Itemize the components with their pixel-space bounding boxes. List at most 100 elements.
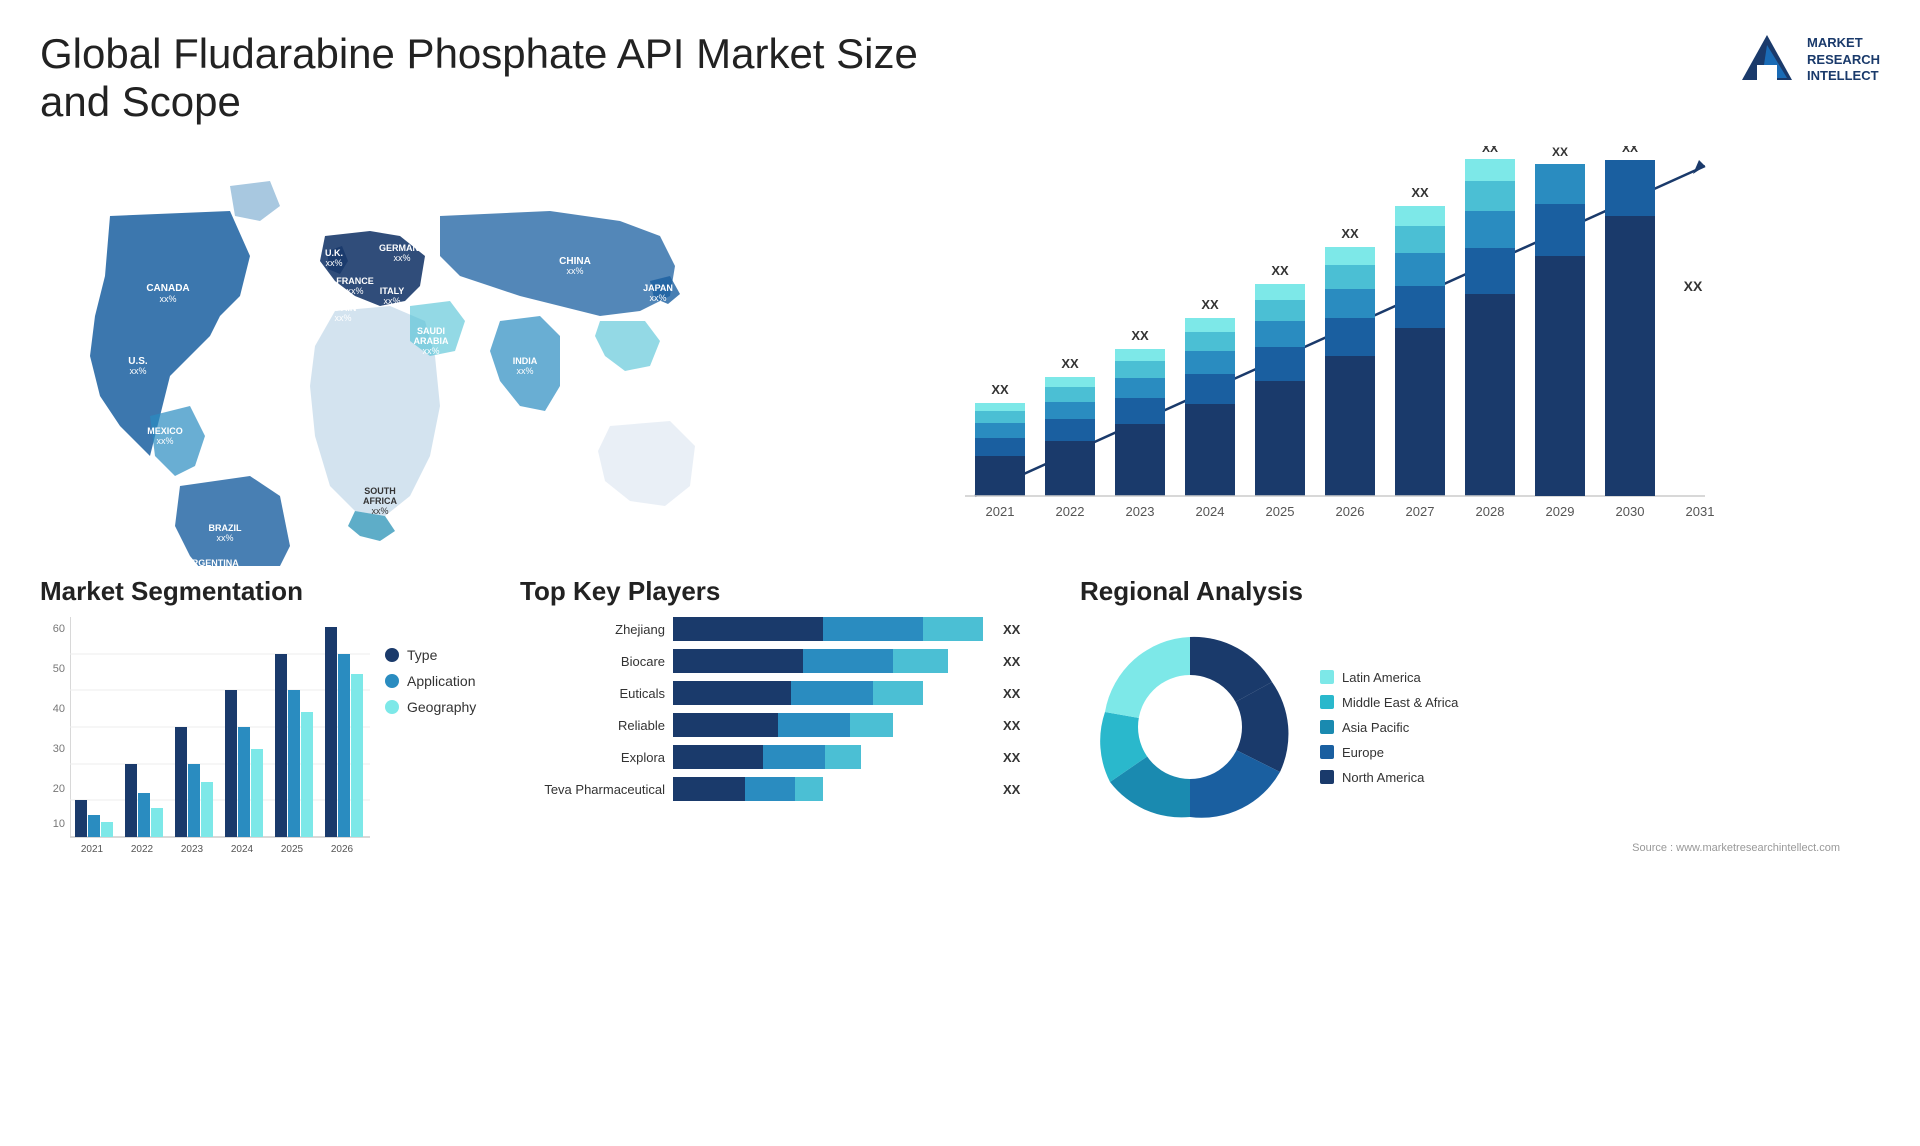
svg-text:MEXICO: MEXICO [147,426,183,436]
svg-text:XX: XX [1341,226,1359,241]
player-value: XX [1003,622,1020,637]
svg-text:xx%: xx% [156,436,173,446]
player-row-reliable: Reliable XX [520,713,1040,737]
legend-label-europe: Europe [1342,745,1384,760]
svg-text:2023: 2023 [181,844,204,855]
player-value: XX [1003,750,1020,765]
regional-section: Regional Analysis [1060,576,1900,862]
svg-text:xx%: xx% [216,533,233,543]
legend-color-asia-pacific [1320,720,1334,734]
svg-text:FRANCE: FRANCE [336,276,374,286]
player-name: Biocare [520,654,665,669]
svg-text:2025: 2025 [281,844,304,855]
svg-text:XX: XX [1622,146,1638,155]
legend-dot-geography [385,700,399,714]
svg-text:INDIA: INDIA [513,356,538,366]
svg-text:xx%: xx% [129,366,146,376]
svg-text:2022: 2022 [131,844,154,855]
legend-label-middle-east: Middle East & Africa [1342,695,1458,710]
header: Global Fludarabine Phosphate API Market … [0,0,1920,136]
player-bar-wrapper: XX [673,649,1040,673]
svg-text:2025: 2025 [1266,504,1295,519]
player-value: XX [1003,782,1020,797]
legend-type: Type [385,647,476,663]
logo-text: MARKET RESEARCH INTELLECT [1807,35,1880,86]
svg-text:ARGENTINA: ARGENTINA [185,558,239,566]
svg-text:xx%: xx% [371,506,388,516]
svg-text:BRAZIL: BRAZIL [209,523,242,533]
donut-wrapper: Latin America Middle East & Africa Asia … [1080,617,1880,837]
svg-text:XX: XX [1552,146,1568,159]
world-map: CANADA xx% U.S. xx% MEXICO xx% BRAZIL xx… [50,136,750,566]
players-chart: Zhejiang XX Biocare [520,617,1040,801]
regional-title: Regional Analysis [1080,576,1880,607]
svg-text:xx%: xx% [159,294,176,304]
player-row-teva: Teva Pharmaceutical XX [520,777,1040,801]
legend-color-north-america [1320,770,1334,784]
svg-text:xx%: xx% [649,293,666,303]
key-players-section: Top Key Players Zhejiang XX Biocare [500,576,1060,862]
svg-text:ARABIA: ARABIA [414,336,449,346]
svg-text:XX: XX [991,382,1009,397]
svg-text:30: 30 [53,743,65,755]
player-row-euticals: Euticals XX [520,681,1040,705]
main-bar-chart-section: XX XX XX XX [770,136,1900,566]
legend-label-application: Application [407,673,476,689]
main-bar-chart: XX XX XX XX [810,146,1860,546]
svg-text:CANADA: CANADA [146,283,189,294]
legend-latin-america: Latin America [1320,670,1458,685]
svg-text:xx%: xx% [393,253,410,263]
legend-label-type: Type [407,647,437,663]
svg-text:60: 60 [53,623,65,635]
svg-text:U.K.: U.K. [325,248,343,258]
svg-text:2031: 2031 [1686,504,1715,519]
legend-dot-type [385,648,399,662]
player-bar-wrapper: XX [673,617,1040,641]
svg-text:SPAIN: SPAIN [330,303,357,313]
svg-text:XX: XX [1201,297,1219,312]
player-value: XX [1003,718,1020,733]
svg-text:XX: XX [1411,185,1429,200]
bottom-row: Market Segmentation 60 50 40 30 20 10 [0,566,1920,862]
player-row-zhejiang: Zhejiang XX [520,617,1040,641]
player-bar-wrapper: XX [673,713,1040,737]
seg-legend: Type Application Geography [385,647,476,715]
legend-europe: Europe [1320,745,1458,760]
player-name: Reliable [520,718,665,733]
svg-text:2027: 2027 [1406,504,1435,519]
legend-application: Application [385,673,476,689]
svg-text:xx%: xx% [346,286,363,296]
svg-text:XX: XX [1684,278,1703,294]
svg-text:2029: 2029 [1546,504,1575,519]
legend-label-geography: Geography [407,699,476,715]
svg-text:XX: XX [1131,328,1149,343]
source-text: Source : www.marketresearchintellect.com [1080,842,1880,854]
svg-text:xx%: xx% [422,346,439,356]
page-title: Global Fludarabine Phosphate API Market … [40,30,940,126]
svg-text:XX: XX [1061,356,1079,371]
key-players-title: Top Key Players [520,576,1040,607]
svg-text:2021: 2021 [986,504,1015,519]
seg-bar-chart: 2021 2022 2023 2024 2025 2026 [70,617,370,857]
player-value: XX [1003,654,1020,669]
logo: MARKET RESEARCH INTELLECT [1737,30,1880,90]
legend-color-middle-east [1320,695,1334,709]
segmentation-section: Market Segmentation 60 50 40 30 20 10 [20,576,500,862]
svg-text:2024: 2024 [231,844,254,855]
player-bar-wrapper: XX [673,681,1040,705]
player-row-biocare: Biocare XX [520,649,1040,673]
legend-label-north-america: North America [1342,770,1424,785]
svg-text:50: 50 [53,663,65,675]
svg-text:xx%: xx% [334,313,351,323]
legend-color-europe [1320,745,1334,759]
player-bar-wrapper: XX [673,745,1040,769]
logo-icon [1737,30,1797,90]
svg-text:2030: 2030 [1616,504,1645,519]
legend-geography: Geography [385,699,476,715]
player-name: Zhejiang [520,622,665,637]
svg-text:xx%: xx% [325,258,342,268]
svg-text:40: 40 [53,703,65,715]
legend-asia-pacific: Asia Pacific [1320,720,1458,735]
svg-text:SAUDI: SAUDI [417,326,445,336]
legend-north-america: North America [1320,770,1458,785]
